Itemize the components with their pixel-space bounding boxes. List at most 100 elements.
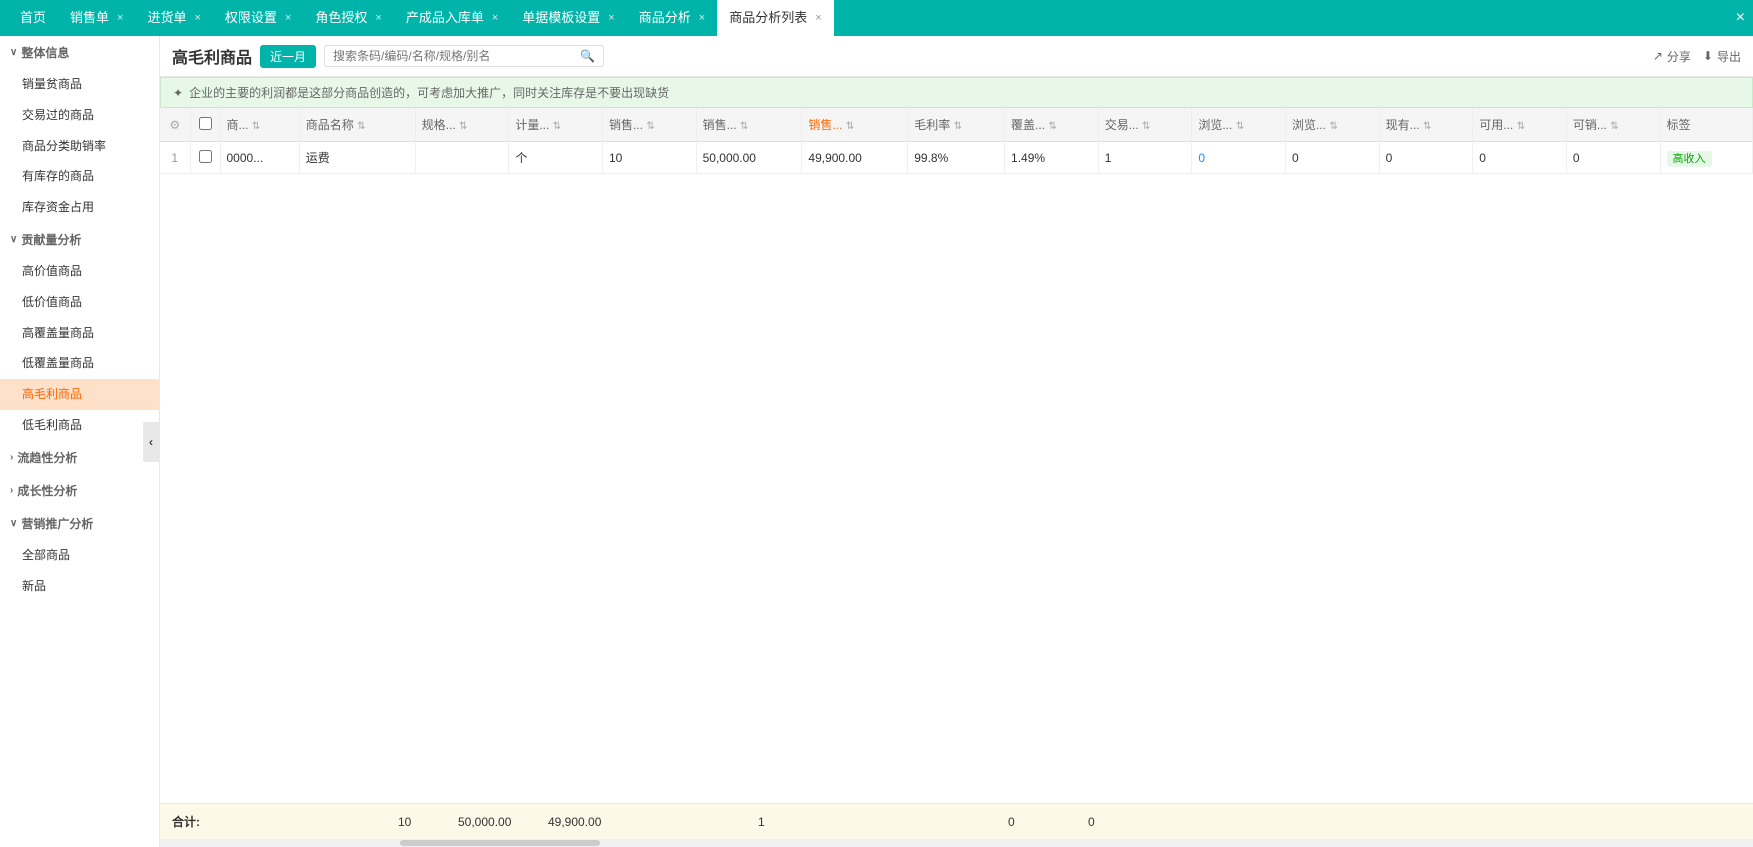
sort-code-icon: ⇅ xyxy=(252,121,260,132)
sort-amount-icon: ⇅ xyxy=(740,121,748,132)
col-current-stock[interactable]: 现有... ⇅ xyxy=(1379,108,1473,142)
row-profit-rate: 99.8% xyxy=(908,142,1005,174)
table-row: 1 0000... 运费 xyxy=(160,142,1753,174)
row-num: 1 xyxy=(160,142,190,174)
share-icon: ↗ xyxy=(1653,49,1663,63)
sidebar-item-high-margin[interactable]: 高毛利商品 xyxy=(0,379,159,410)
sidebar-group-growth[interactable]: › 成长性分析 xyxy=(0,474,159,507)
nav-stock-in[interactable]: 产成品入库单 × xyxy=(394,0,510,36)
group-arrow-trend: › xyxy=(10,452,13,463)
nav-sales[interactable]: 销售单 × xyxy=(58,0,135,36)
nav-analysis-list[interactable]: 商品分析列表 × xyxy=(717,0,833,36)
col-sale-amount[interactable]: 销售... ⇅ xyxy=(696,108,802,142)
sidebar-item-low-coverage[interactable]: 低覆盖量商品 xyxy=(0,348,159,379)
sidebar-collapse-btn[interactable]: ‹ xyxy=(143,422,159,462)
close-role-tab[interactable]: × xyxy=(375,0,381,36)
col-profit-rate[interactable]: 毛利率 ⇅ xyxy=(908,108,1005,142)
search-box: 🔍 xyxy=(324,45,604,67)
sidebar-item-high-value[interactable]: 高价值商品 xyxy=(0,256,159,287)
nav-permission[interactable]: 权限设置 × xyxy=(213,0,303,36)
close-purchase-tab[interactable]: × xyxy=(194,0,200,36)
sidebar-item-low-sales[interactable]: 销量贫商品 xyxy=(0,69,159,100)
col-coverage[interactable]: 覆盖... ⇅ xyxy=(1005,108,1099,142)
tip-bar: ✦ 企业的主要的利润都是这部分商品创造的，可考虑加大推广，同时关注库存是不要出现… xyxy=(160,77,1753,108)
export-button[interactable]: ⬇ 导出 xyxy=(1703,48,1741,65)
search-icon[interactable]: 🔍 xyxy=(580,49,595,63)
col-code[interactable]: 商... ⇅ xyxy=(220,108,299,142)
table-header-row: ⚙ 商... ⇅ 商品名称 ⇅ xyxy=(160,108,1753,142)
col-settings[interactable]: ⚙ xyxy=(160,108,190,142)
nav-role[interactable]: 角色授权 × xyxy=(303,0,393,36)
row-code: 0000... xyxy=(220,142,299,174)
col-view2[interactable]: 浏览... ⇅ xyxy=(1285,108,1379,142)
close-analysis-tab[interactable]: × xyxy=(699,0,705,36)
scrollbar-thumb[interactable] xyxy=(400,840,600,846)
tip-icon: ✦ xyxy=(173,86,183,100)
sidebar-group-overview[interactable]: ∨ 整体信息 xyxy=(0,36,159,69)
close-sales-tab[interactable]: × xyxy=(117,0,123,36)
sidebar-item-with-stock[interactable]: 有库存的商品 xyxy=(0,161,159,192)
sort-sale-stock-icon: ⇅ xyxy=(1610,121,1618,132)
horizontal-scrollbar[interactable] xyxy=(160,839,1753,847)
tip-text: 企业的主要的利润都是这部分商品创造的，可考虑加大推广，同时关注库存是不要出现缺货 xyxy=(189,84,669,101)
col-sale-stock[interactable]: 可销... ⇅ xyxy=(1566,108,1660,142)
main-layout: ‹ ∨ 整体信息 销量贫商品 交易过的商品 商品分类助销率 有库存的商品 库存资… xyxy=(0,36,1753,847)
sort-rate-icon: ⇅ xyxy=(954,121,962,132)
row-view2: 0 xyxy=(1285,142,1379,174)
top-navigation: 首页 销售单 × 进货单 × 权限设置 × 角色授权 × 产成品入库单 × 单据… xyxy=(0,0,1753,36)
collapse-icon: ‹ xyxy=(149,435,153,449)
sidebar-item-high-coverage[interactable]: 高覆盖量商品 xyxy=(0,318,159,349)
nav-template[interactable]: 单据模板设置 × xyxy=(510,0,626,36)
col-name[interactable]: 商品名称 ⇅ xyxy=(299,108,415,142)
sidebar-item-stock-capital[interactable]: 库存资金占用 xyxy=(0,192,159,223)
col-sale-qty[interactable]: 销售... ⇅ xyxy=(602,108,696,142)
col-avail-stock[interactable]: 可用... ⇅ xyxy=(1473,108,1567,142)
row-view1-link[interactable]: 0 xyxy=(1198,151,1205,165)
sidebar-item-low-margin[interactable]: 低毛利商品 xyxy=(0,410,159,441)
sort-name-icon: ⇅ xyxy=(357,121,365,132)
sidebar-item-category-rate[interactable]: 商品分类助销率 xyxy=(0,131,159,162)
sidebar-item-all-goods[interactable]: 全部商品 xyxy=(0,540,159,571)
footer-sale-amount: 50,000.00 xyxy=(458,815,548,829)
sidebar-item-new-goods[interactable]: 新品 xyxy=(0,571,159,602)
share-button[interactable]: ↗ 分享 xyxy=(1653,48,1691,65)
sort-current-icon: ⇅ xyxy=(1423,121,1431,132)
close-all-button[interactable]: × xyxy=(1736,9,1745,27)
close-analysis-list-tab[interactable]: × xyxy=(815,0,821,36)
col-spec[interactable]: 规格... ⇅ xyxy=(415,108,509,142)
nav-home[interactable]: 首页 xyxy=(8,0,58,36)
sidebar-group-trend[interactable]: › 流趋性分析 xyxy=(0,441,159,474)
sidebar-item-traded[interactable]: 交易过的商品 xyxy=(0,100,159,131)
close-stock-in-tab[interactable]: × xyxy=(492,0,498,36)
col-tag[interactable]: 标签 xyxy=(1660,108,1752,142)
search-input[interactable] xyxy=(333,49,576,63)
close-template-tab[interactable]: × xyxy=(608,0,614,36)
nav-analysis[interactable]: 商品分析 × xyxy=(627,0,717,36)
col-trade-count[interactable]: 交易... ⇅ xyxy=(1098,108,1192,142)
footer-sale-qty: 10 xyxy=(398,815,458,829)
filter-recent-month-button[interactable]: 近一月 xyxy=(260,45,316,68)
row-coverage: 1.49% xyxy=(1005,142,1099,174)
footer-trade-count: 1 xyxy=(758,815,848,829)
col-view1[interactable]: 浏览... ⇅ xyxy=(1192,108,1286,142)
col-sale-profit[interactable]: 销售... ⇅ xyxy=(802,108,908,142)
sort-profit-icon: ⇅ xyxy=(846,121,854,132)
settings-icon[interactable]: ⚙ xyxy=(169,118,180,132)
col-unit[interactable]: 计量... ⇅ xyxy=(509,108,603,142)
row-select-checkbox[interactable] xyxy=(199,150,212,163)
sort-trade-icon: ⇅ xyxy=(1142,121,1150,132)
sort-qty-icon: ⇅ xyxy=(646,121,654,132)
footer-total: 合计: 10 50,000.00 49,900.00 1 0 0 xyxy=(160,803,1753,839)
nav-purchase[interactable]: 进货单 × xyxy=(135,0,212,36)
row-spec xyxy=(415,142,509,174)
row-tag: 高收入 xyxy=(1660,142,1752,174)
close-permission-tab[interactable]: × xyxy=(285,0,291,36)
sidebar-item-low-value[interactable]: 低价值商品 xyxy=(0,287,159,318)
sidebar-group-contribution[interactable]: ∨ 贡献量分析 xyxy=(0,223,159,256)
footer-sale-profit: 49,900.00 xyxy=(548,815,638,829)
row-name: 运费 xyxy=(299,142,415,174)
select-all-checkbox[interactable] xyxy=(199,117,212,130)
page-title: 高毛利商品 xyxy=(172,44,252,68)
sidebar-group-marketing[interactable]: ∨ 营销推广分析 xyxy=(0,507,159,540)
content-header: 高毛利商品 近一月 🔍 ↗ 分享 ⬇ 导出 xyxy=(160,36,1753,77)
